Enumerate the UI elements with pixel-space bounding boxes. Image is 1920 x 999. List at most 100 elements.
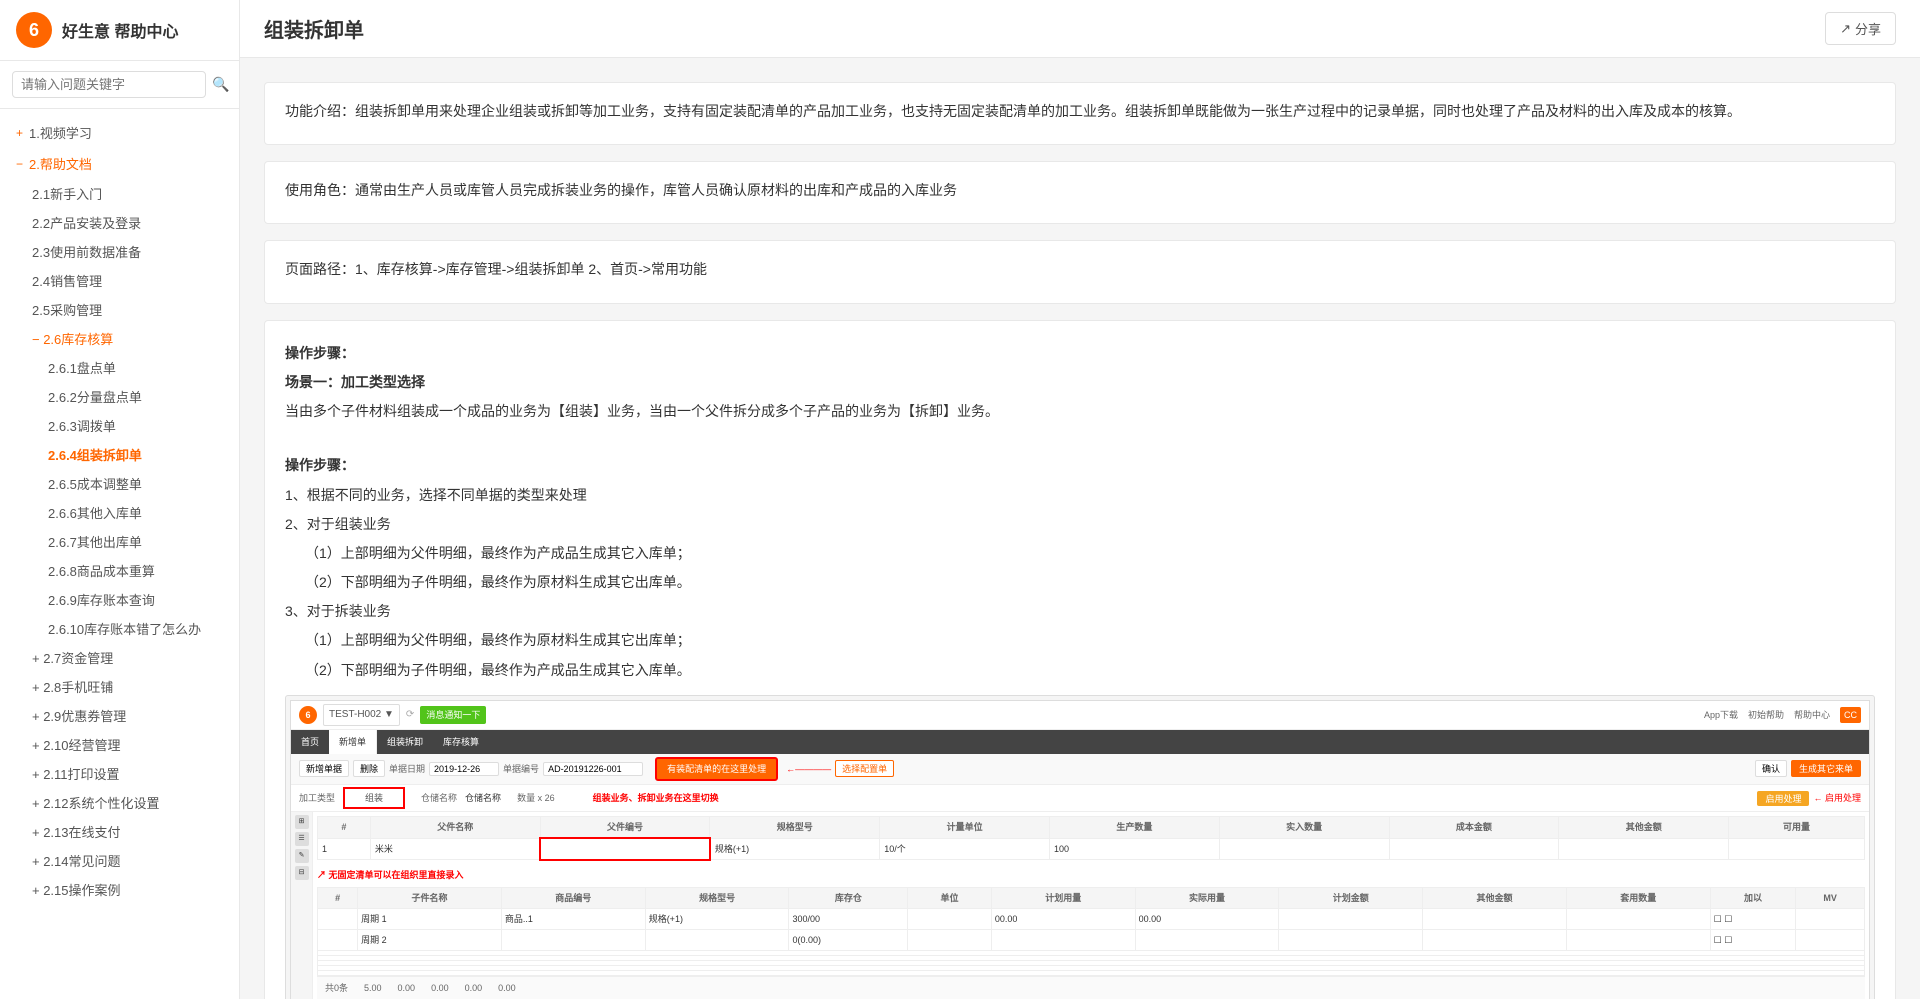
btn-delete[interactable]: 删除 [353, 760, 385, 777]
nav-sub-item-2-7[interactable]: + 2.7资金管理 [0, 643, 239, 672]
search-input[interactable] [12, 71, 206, 98]
nav-label-1: 1.视频学习 [29, 123, 92, 142]
main-content: 组装拆卸单 ↗ 分享 功能介绍：组装拆卸单用来处理企业组装或拆卸等加工业务，支持… [240, 0, 1920, 999]
init-help-link[interactable]: 初始帮助 [1748, 707, 1784, 723]
footer-val2: 0.00 [398, 980, 416, 996]
notification-btn[interactable]: 消息通知一下 [420, 706, 486, 724]
btn-confirm[interactable]: 确认 [1755, 760, 1787, 777]
nav-new[interactable]: 新增单 [329, 730, 377, 754]
btn-select-config[interactable]: 选择配置单 [835, 760, 894, 777]
td2-unit-2 [908, 930, 992, 951]
nav-sub-item-2-8[interactable]: + 2.8手机旺铺 [0, 672, 239, 701]
refresh-icon[interactable]: ⟳ [406, 706, 414, 724]
th2-plan-cost: 计划金额 [1279, 887, 1423, 908]
left-icon-2[interactable]: ☰ [295, 832, 309, 846]
nav-sub-item-2-2[interactable]: 2.2产品安装及登录 [0, 208, 239, 237]
td2-actualqty-2 [1135, 930, 1279, 951]
td2-plancost-2 [1279, 930, 1423, 951]
app-download-link[interactable]: App下载 [1704, 707, 1738, 723]
annotation-area-1: 有装配清单的在这里处理 ←———— 选择配置单 [655, 757, 894, 781]
path-block: 页面路径：1、库存核算->库存管理->组装拆卸单 2、首页->常用功能 [264, 240, 1896, 303]
warehouse-label: 仓储名称 [421, 790, 457, 806]
nav-item-2[interactable]: − 2.帮助文档 [0, 148, 239, 179]
nav-sub-item-2-15[interactable]: + 2.15操作案例 [0, 875, 239, 904]
nav-item-1[interactable]: + 1.视频学习 [0, 117, 239, 148]
nav-sub-item-2-6-4[interactable]: 2.6.4组装拆卸单 [0, 440, 239, 469]
app-toolbar: 新增单据 删除 单据日期 单据编号 有装配清单的在这里处理 ←———— 选择配置… [291, 754, 1869, 785]
screenshot-container: 6 TEST-H002 ▼ ⟳ 消息通知一下 App下载 初始帮助 帮助中心 C… [285, 695, 1875, 999]
th2-set-qty: 套用数量 [1566, 887, 1710, 908]
nav-label-2: 2.帮助文档 [29, 154, 92, 173]
anno-switch-text: 组装业务、拆卸业务在这里切换 [593, 793, 719, 803]
nav-sub-item-2-13[interactable]: + 2.13在线支付 [0, 817, 239, 846]
type-input-highlighted[interactable]: 组装 [343, 787, 405, 809]
app-logo-icon: 6 [299, 706, 317, 724]
nav-sub-item-2-6-7[interactable]: 2.6.7其他出库单 [0, 527, 239, 556]
td2-code-1: 商品..1 [501, 908, 645, 929]
td2-extra-1: ☐ ☐ [1710, 908, 1796, 929]
child-table: # 子件名称 商品编号 规格型号 库存仓 单位 计划用量 实际用量 计划金额 [317, 887, 1865, 977]
scene1-desc: 当由多个子件材料组装成一个成品的业务为【组装】业务，当由一个父件拆分成多个子产品… [285, 399, 1875, 424]
td2-num-2 [318, 930, 358, 951]
nav-sub-item-2-11[interactable]: + 2.11打印设置 [0, 759, 239, 788]
td-avail-1 [1729, 838, 1865, 859]
warehouse-value: 仓储名称 [465, 790, 501, 806]
nav-sub-item-2-9[interactable]: + 2.9优惠券管理 [0, 701, 239, 730]
search-button[interactable]: 🔍 [212, 76, 229, 93]
nav-sub-item-2-1[interactable]: 2.1新手入门 [0, 179, 239, 208]
td-cost-1 [1389, 838, 1559, 859]
step2-2: （2）下部明细为子件明细，最终作为原材料生成其它出库单。 [305, 570, 1875, 595]
app-navbar: 首页 新增单 组装拆卸 库存核算 [291, 730, 1869, 754]
th2-actual-qty: 实际用量 [1135, 887, 1279, 908]
td2-empty-7 [318, 971, 1865, 976]
th-unit: 计量单位 [880, 817, 1050, 839]
top-icons: App下载 初始帮助 帮助中心 CC [1704, 707, 1861, 723]
nav-home[interactable]: 首页 [291, 730, 329, 754]
left-icon-1[interactable]: ⊞ [295, 815, 309, 829]
share-button[interactable]: ↗ 分享 [1825, 12, 1896, 45]
td-other-1 [1559, 838, 1729, 859]
anno-enable-text: ← 启用处理 [1813, 790, 1861, 806]
help-center-link[interactable]: 帮助中心 [1794, 707, 1830, 723]
nav-sub-item-2-6-10[interactable]: 2.6.10库存账本错了怎么办 [0, 614, 239, 643]
th2-1: # [318, 887, 358, 908]
td2-mv-1 [1796, 908, 1865, 929]
app-main-area: ⊞ ☰ ✎ ⊟ # [291, 812, 1869, 999]
company-dropdown[interactable]: TEST-H002 ▼ [323, 704, 400, 726]
expand-icon-2: − [16, 157, 23, 171]
step3-1: （1）上部明细为父件明细，最终作为原材料生成其它出库单； [305, 628, 1875, 653]
left-icon-3[interactable]: ✎ [295, 849, 309, 863]
th-parent-num: 父件编号 [540, 817, 710, 839]
nav-sub-item-2-6-6[interactable]: 2.6.6其他入库单 [0, 498, 239, 527]
date-input[interactable] [429, 762, 499, 776]
nav-sub-item-2-4[interactable]: 2.4销售管理 [0, 266, 239, 295]
cc-btn[interactable]: CC [1840, 707, 1861, 723]
nav-sub-item-2-6[interactable]: − 2.6库存核算 [0, 324, 239, 353]
nav-assembly[interactable]: 组装拆卸 [377, 730, 433, 754]
child-row-1: 周期 1 商品..1 规格(+1) 300/00 00.00 00.00 [318, 908, 1865, 929]
nav-sub-item-2-6-2[interactable]: 2.6.2分量盘点单 [0, 382, 239, 411]
enable-btn[interactable]: 启用处理 [1757, 791, 1809, 806]
nav-stock[interactable]: 库存核算 [433, 730, 489, 754]
nav-sub-item-2-6-9[interactable]: 2.6.9库存账本查询 [0, 585, 239, 614]
btn-generate[interactable]: 生成其它来单 [1791, 760, 1861, 777]
nav-sub-item-2-12[interactable]: + 2.12系统个性化设置 [0, 788, 239, 817]
nav-sub-item-2-6-8[interactable]: 2.6.8商品成本重算 [0, 556, 239, 585]
btn-new-doc[interactable]: 新增单据 [299, 760, 349, 777]
th-avail: 可用量 [1729, 817, 1865, 839]
nav-sub-item-2-6-3[interactable]: 2.6.3调拨单 [0, 411, 239, 440]
num-input[interactable] [543, 762, 643, 776]
scene1-title: 场景一：加工类型选择 [285, 370, 1875, 395]
nav-sub-item-2-6-5[interactable]: 2.6.5成本调整单 [0, 469, 239, 498]
share-icon: ↗ [1840, 21, 1851, 37]
left-icon-4[interactable]: ⊟ [295, 866, 309, 880]
nav-sub-item-2-5[interactable]: 2.5采购管理 [0, 295, 239, 324]
steps-block: 操作步骤： 场景一：加工类型选择 当由多个子件材料组装成一个成品的业务为【组装】… [264, 320, 1896, 999]
td2-setqty-2 [1566, 930, 1710, 951]
content-area: 功能介绍：组装拆卸单用来处理企业组装或拆卸等加工业务，支持有固定装配清单的产品加… [240, 58, 1920, 999]
nav-sub-item-2-3[interactable]: 2.3使用前数据准备 [0, 237, 239, 266]
nav-sub-item-2-14[interactable]: + 2.14常见问题 [0, 846, 239, 875]
nav-sub-item-2-10[interactable]: + 2.10经营管理 [0, 730, 239, 759]
role-text: 使用角色：通常由生产人员或库管人员完成拆装业务的操作，库管人员确认原材料的出库和… [285, 178, 1875, 203]
nav-sub-item-2-6-1[interactable]: 2.6.1盘点单 [0, 353, 239, 382]
